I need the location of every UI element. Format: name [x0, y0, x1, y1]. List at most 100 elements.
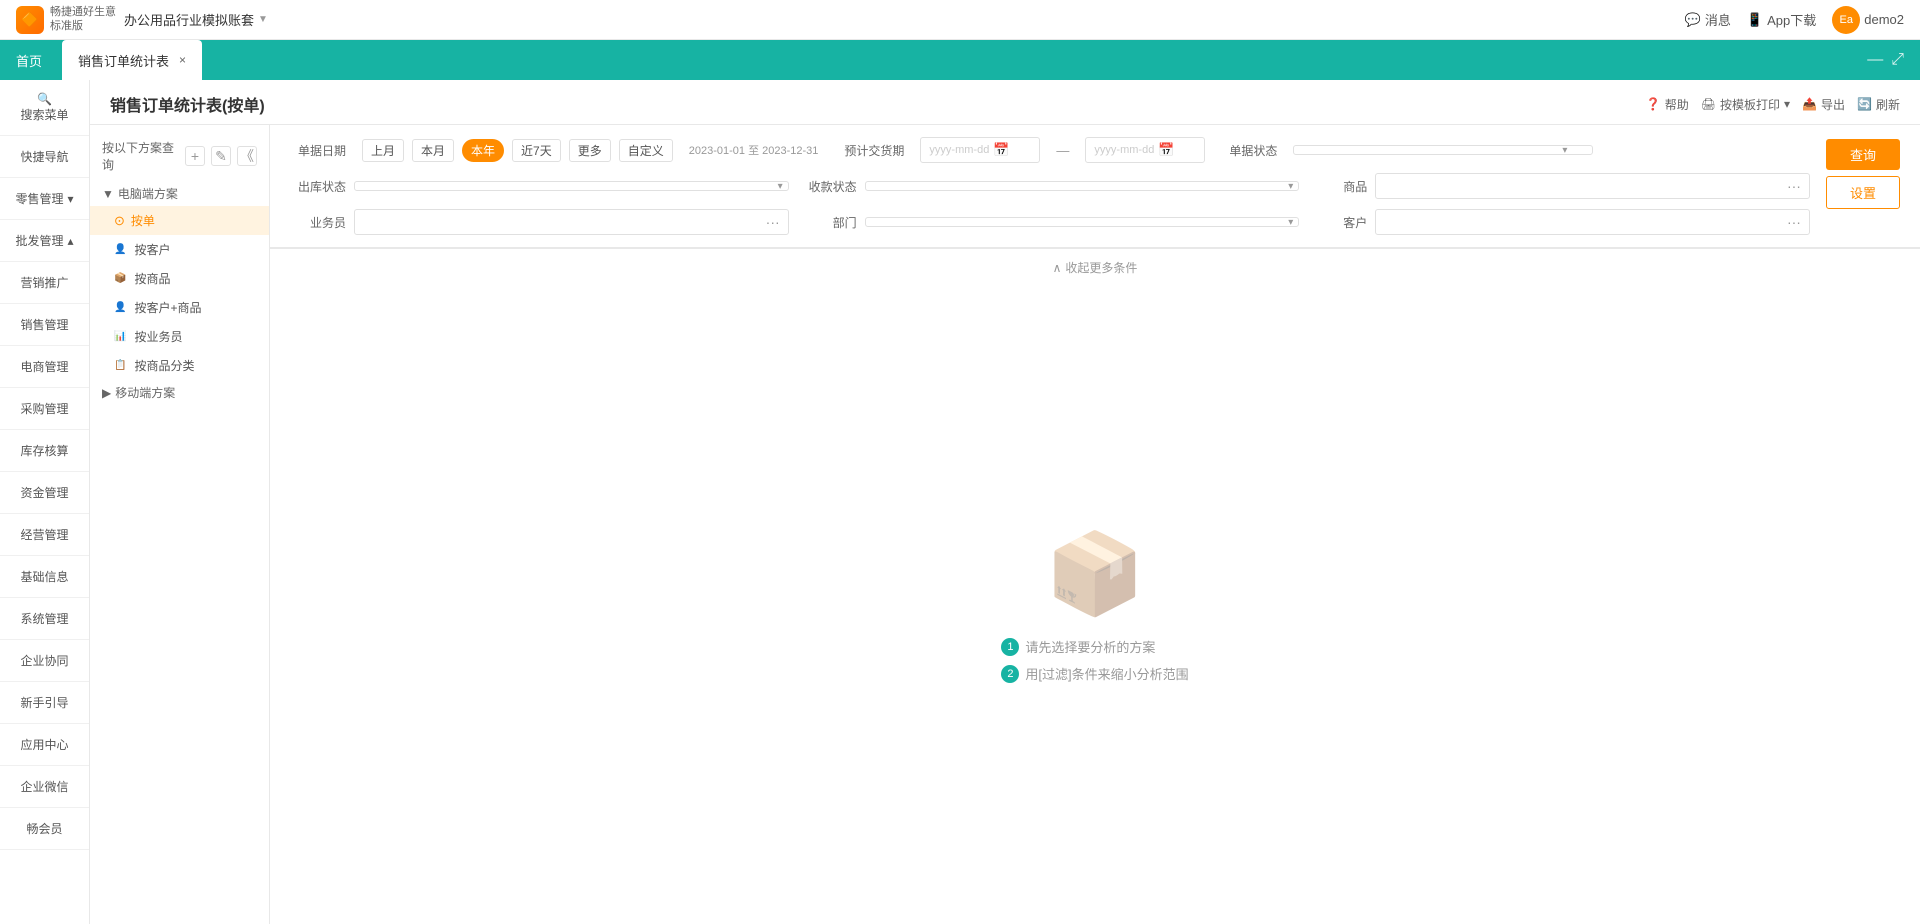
avatar: Ea [1832, 6, 1860, 34]
filter-actions-col: 查询 设置 [1826, 139, 1900, 209]
sidebar-item-retail[interactable]: 零售管理 ▾ [0, 178, 89, 220]
filter-row-3: 业务员 ··· 部门 [290, 209, 1810, 235]
customer-select[interactable]: ··· [1375, 209, 1810, 235]
sidebar-item-sales[interactable]: 销售管理 [0, 304, 89, 346]
sidebar-item-app-center[interactable]: 应用中心 [0, 724, 89, 766]
collapse-icon: ∧ [1053, 261, 1062, 275]
this-month-btn[interactable]: 本月 [412, 139, 454, 162]
maximize-btn[interactable]: ⤢ [1891, 51, 1904, 69]
page-title: 销售订单统计表(按单) [110, 92, 265, 116]
body-wrapper: 按以下方案查询 + ✎ 《 ▼ 电脑端方案 ⊙ 按单 👤 [90, 125, 1920, 924]
person-icon: 👤 [114, 244, 126, 255]
app-download-btn[interactable]: 📱 App下载 [1747, 10, 1816, 29]
settings-button[interactable]: 设置 [1826, 176, 1900, 209]
dept-select[interactable]: ▾ [865, 217, 1300, 227]
sidebar-item-wechat[interactable]: 企业微信 [0, 766, 89, 808]
this-year-btn[interactable]: 本年 [462, 139, 504, 162]
help-btn[interactable]: ❓ 帮助 [1646, 96, 1689, 113]
collapse-bar[interactable]: ∧ 收起更多条件 [270, 248, 1920, 286]
chevron-down-icon2: ▾ [1784, 97, 1790, 111]
tab-home[interactable]: 首页 [0, 40, 58, 80]
last7days-btn[interactable]: 近7天 [512, 139, 561, 162]
out-status-label: 出库状态 [290, 178, 346, 195]
expected-date-to[interactable]: yyyy-mm-dd 📅 [1085, 137, 1205, 163]
sidebar-item-wholesale[interactable]: 批发管理 ▴ [0, 220, 89, 262]
print-icon: 🖨 [1701, 97, 1716, 111]
query-button[interactable]: 查询 [1826, 139, 1900, 170]
expected-date-label: 预计交货期 [834, 142, 904, 159]
sidebar-item-quick-nav[interactable]: 快捷导航 [0, 136, 89, 178]
tab-sales-order-stats[interactable]: 销售订单统计表 × [62, 40, 202, 80]
scheme-item-by-order[interactable]: ⊙ 按单 [90, 206, 269, 235]
tip-num-2: 2 [1001, 665, 1019, 683]
top-right-actions: 💬 消息 📱 App下载 Ea demo2 [1685, 6, 1904, 34]
status-select[interactable]: ▾ [1293, 145, 1593, 155]
scheme-section-pc[interactable]: ▼ 电脑端方案 [90, 181, 269, 206]
triangle-right-icon: ▶ [102, 386, 111, 400]
collapse-text: ∧ 收起更多条件 [1053, 259, 1138, 276]
sidebar-item-operations[interactable]: 经营管理 [0, 514, 89, 556]
main-layout: 🔍 搜索菜单 快捷导航 零售管理 ▾ 批发管理 ▴ 营销推广 销售管理 电商管理… [0, 80, 1920, 924]
logo-text: 畅捷通好生意 标准版 [50, 6, 116, 32]
scheme-edit-btn[interactable]: ✎ [211, 146, 231, 166]
scheme-section-mobile[interactable]: ▶ 移动端方案 [90, 380, 269, 405]
tab-bar-actions: — ⤢ [1867, 51, 1920, 69]
minimize-btn[interactable]: — [1867, 51, 1883, 69]
last-month-btn[interactable]: 上月 [362, 139, 404, 162]
user-menu[interactable]: Ea demo2 [1832, 6, 1904, 34]
receipt-status-select[interactable]: ▾ [865, 181, 1300, 191]
sidebar-item-basic[interactable]: 基础信息 [0, 556, 89, 598]
goods-ellipsis: ··· [1787, 178, 1801, 194]
triangle-icon: ▼ [102, 187, 114, 201]
app-title-dropdown[interactable]: 办公用品行业模拟账套 ▼ [124, 10, 268, 29]
sidebar-item-inventory[interactable]: 库存核算 [0, 430, 89, 472]
sidebar-item-member[interactable]: 畅会员 [0, 808, 89, 850]
tab-close-icon[interactable]: × [179, 53, 186, 67]
calendar-icon-2: 📅 [1158, 142, 1174, 158]
filter-row-1: 单据日期 上月 本月 本年 近7天 更多 自定义 2023-01-01 至 20… [290, 137, 1810, 163]
scheme-collapse-btn[interactable]: 《 [237, 146, 257, 166]
sidebar-item-guide[interactable]: 新手引导 [0, 682, 89, 724]
customer-label: 客户 [1311, 214, 1367, 231]
scheme-panel: 按以下方案查询 + ✎ 《 ▼ 电脑端方案 ⊙ 按单 👤 [90, 125, 270, 924]
message-btn[interactable]: 💬 消息 [1685, 10, 1731, 29]
tab-bar: 首页 销售订单统计表 × — ⤢ [0, 40, 1920, 80]
scheme-panel-icons: + ✎ 《 [185, 146, 257, 166]
scheme-item-by-goods[interactable]: 📦 按商品 [90, 264, 269, 293]
sidebar-item-finance[interactable]: 资金管理 [0, 472, 89, 514]
scheme-panel-header: 按以下方案查询 + ✎ 《 [90, 135, 269, 181]
custom-btn[interactable]: 自定义 [619, 139, 673, 162]
dropdown-arrow-icon: ▼ [258, 14, 268, 25]
sidebar-item-marketing[interactable]: 营销推广 [0, 262, 89, 304]
goods-select[interactable]: ··· [1375, 173, 1810, 199]
scheme-panel-title: 按以下方案查询 [102, 139, 185, 173]
salesman-label: 业务员 [290, 214, 346, 231]
scheme-item-by-customer[interactable]: 👤 按客户 [90, 235, 269, 264]
search-icon: 🔍 [37, 92, 52, 106]
chevron-down-icon: ▾ [67, 192, 73, 206]
date-range-text: 2023-01-01 至 2023-12-31 [689, 142, 819, 158]
scheme-item-by-category[interactable]: 📋 按商品分类 [90, 351, 269, 380]
content-area: 销售订单统计表(按单) ❓ 帮助 🖨 按模板打印 ▾ 📤 导出 🔄 刷新 [90, 80, 1920, 924]
customer-ellipsis: ··· [1787, 214, 1801, 230]
export-btn[interactable]: 📤 导出 [1802, 96, 1845, 113]
refresh-btn[interactable]: 🔄 刷新 [1857, 96, 1900, 113]
more-btn[interactable]: 更多 [569, 139, 611, 162]
salesman-select[interactable]: ··· [354, 209, 789, 235]
sidebar-item-collab[interactable]: 企业协同 [0, 640, 89, 682]
sidebar-item-system[interactable]: 系统管理 [0, 598, 89, 640]
tip-num-1: 1 [1001, 638, 1019, 656]
out-status-select[interactable]: ▾ [354, 181, 789, 191]
sidebar-item-purchase[interactable]: 采购管理 [0, 388, 89, 430]
filter-content: 单据日期 上月 本月 本年 近7天 更多 自定义 2023-01-01 至 20… [270, 125, 1920, 924]
scheme-item-by-customer-goods[interactable]: 👤 按客户+商品 [90, 293, 269, 322]
receipt-status-label: 收款状态 [801, 178, 857, 195]
phone-icon: 📱 [1747, 12, 1763, 28]
receipt-status-cell: 收款状态 ▾ [801, 178, 1300, 195]
scheme-add-btn[interactable]: + [185, 146, 205, 166]
sidebar-item-ecom[interactable]: 电商管理 [0, 346, 89, 388]
expected-date-from[interactable]: yyyy-mm-dd 📅 [920, 137, 1040, 163]
sidebar-item-search[interactable]: 🔍 搜索菜单 [0, 80, 89, 136]
scheme-item-by-salesman[interactable]: 📊 按业务员 [90, 322, 269, 351]
template-print-btn[interactable]: 🖨 按模板打印 ▾ [1701, 96, 1790, 113]
